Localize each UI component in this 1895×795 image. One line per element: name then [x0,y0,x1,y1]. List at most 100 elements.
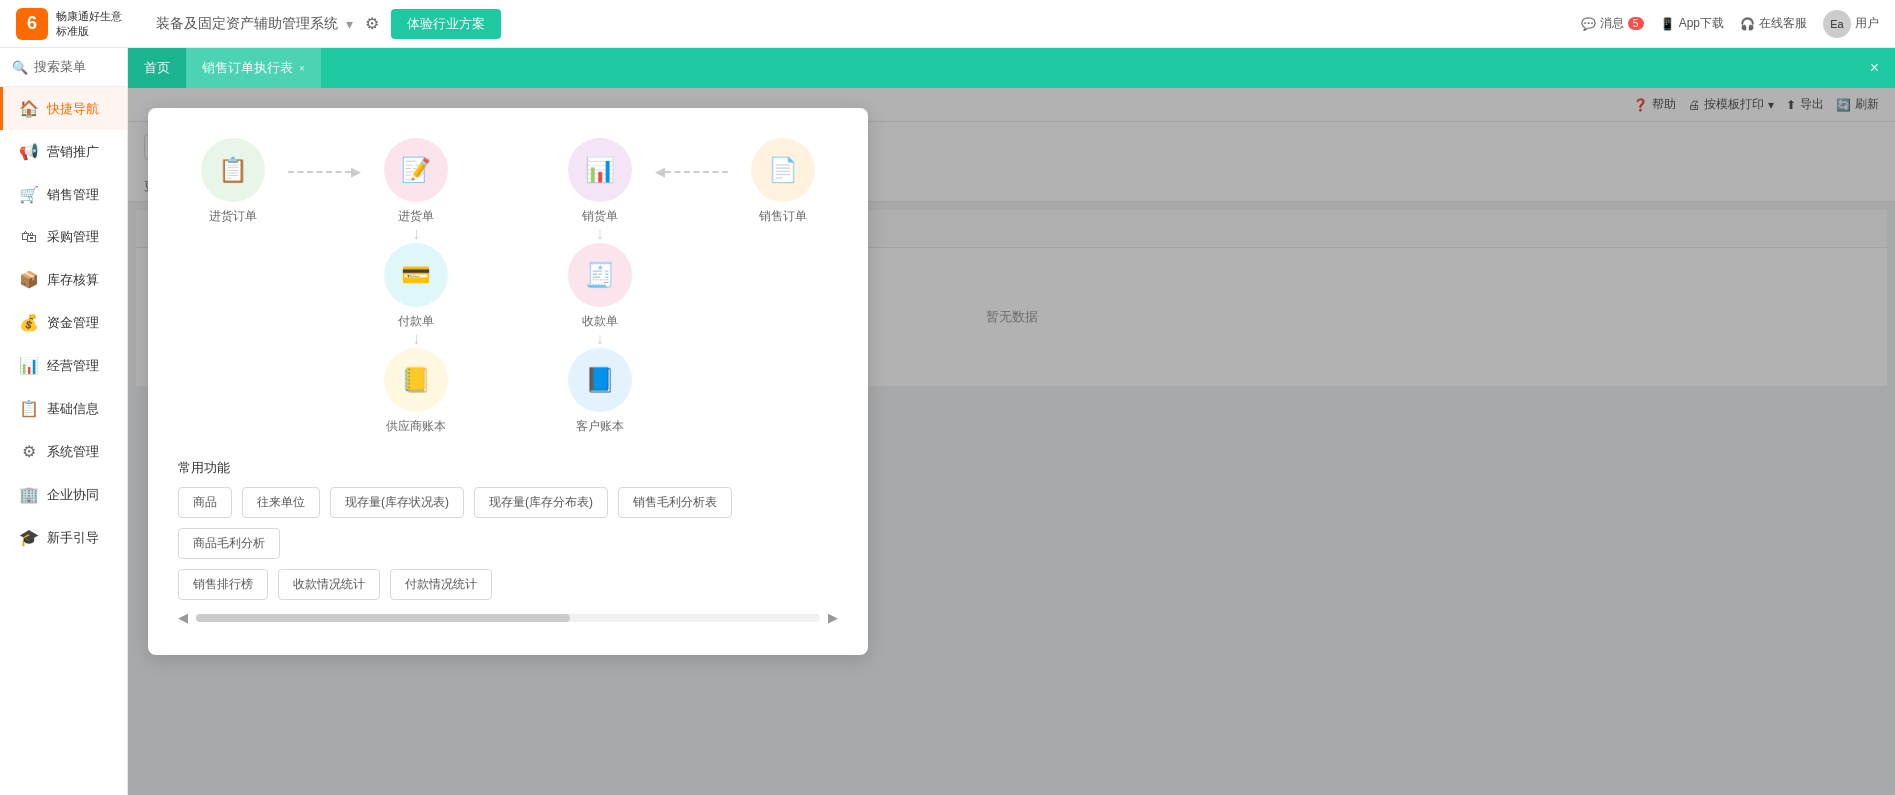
spacer-4 [471,225,544,243]
sidebar-item-marketing[interactable]: 📢 营销推广 [0,130,127,173]
box-icon: 📦 [19,270,39,289]
popup-scrollbar[interactable]: ◀ ▶ [178,610,838,625]
tab-bar-close-button[interactable]: × [1854,59,1895,77]
building-icon: 🏢 [19,485,39,504]
sidebar-item-finance[interactable]: 💰 资金管理 [0,301,127,344]
flow-node-customer[interactable]: 📘 客户账本 [545,348,655,435]
cart-icon: 🛒 [19,185,39,204]
flow-node-purchase-receipt[interactable]: 📝 进货单 [361,138,471,225]
user-menu[interactable]: Ea 用户 [1823,10,1879,38]
flow-diagram: 📋 进货订单 ▶ 📝 进货单 [178,138,838,435]
purchase-receipt-icon: 📝 [384,138,448,202]
spacer-6 [728,225,838,243]
arrow-h2: ◀ [655,164,728,199]
sidebar-label-purchase: 采购管理 [47,228,99,246]
sidebar-label-finance: 资金管理 [47,314,99,332]
flow-node-supplier[interactable]: 📒 供应商账本 [361,348,471,435]
sidebar-item-newbie[interactable]: 🎓 新手引导 [0,516,127,559]
sidebar-item-basic-info[interactable]: 📋 基础信息 [0,387,127,430]
scrollbar-track [196,614,820,622]
sidebar-item-enterprise[interactable]: 🏢 企业协同 [0,473,127,516]
sales-order-icon: 📄 [751,138,815,202]
spacer-14 [471,330,544,348]
search-icon: 🔍 [12,60,28,75]
arrow-down-payment: ↓ [361,225,471,243]
sidebar-label-operations: 经营管理 [47,357,99,375]
func-stock-dist[interactable]: 现存量(库存分布表) [474,487,608,518]
system-title-text: 装备及固定资产辅助管理系统 [156,15,338,33]
func-product[interactable]: 商品 [178,487,232,518]
popup-overlay: 📋 进货订单 ▶ 📝 进货单 [128,88,1895,795]
settings-button[interactable]: ⚙ [365,14,379,33]
func-row-1: 商品 往来单位 现存量(库存状况表) 现存量(库存分布表) 销售毛利分析表 商品… [178,487,838,559]
avatar: Ea [1823,10,1851,38]
flow-row-arrows: ↓ ↓ [178,225,838,243]
func-sales-rank[interactable]: 销售排行榜 [178,569,268,600]
spacer-5 [655,225,728,243]
sidebar-item-operations[interactable]: 📊 经营管理 [0,344,127,387]
customer-icon: 📘 [568,348,632,412]
scroll-right-icon[interactable]: ▶ [828,610,838,625]
tab-home[interactable]: 首页 [128,48,186,88]
func-receipt-stats[interactable]: 收款情况统计 [278,569,380,600]
func-sales-margin[interactable]: 销售毛利分析表 [618,487,732,518]
spacer-12 [178,330,288,348]
search-menu[interactable]: 🔍 搜索菜单 [0,48,127,87]
sales-receipt-icon: 📊 [568,138,632,202]
headset-icon: 🎧 [1740,17,1755,31]
spacer-15 [655,330,728,348]
tab-close-icon[interactable]: × [299,63,305,74]
online-service-button[interactable]: 🎧 在线客服 [1740,15,1807,32]
receipt-icon: 🧾 [568,243,632,307]
arrow-h1: ▶ [288,164,361,199]
megaphone-icon: 📢 [19,142,39,161]
flow-node-sales-order[interactable]: 📄 销售订单 [728,138,838,225]
func-product-margin[interactable]: 商品毛利分析 [178,528,280,559]
flow-node-payment[interactable]: 💳 付款单 [361,243,471,330]
logo-icon: 6 [16,8,48,40]
message-icon: 💬 [1581,17,1596,31]
flow-node-receipt[interactable]: 🧾 收款单 [545,243,655,330]
content-body: ❓ 帮助 🖨 按模板打印 ▾ ⬆ 导出 🔄 刷新 [128,88,1895,795]
tab-sales-order[interactable]: 销售订单执行表 × [186,48,321,88]
payment-label: 付款单 [398,313,434,330]
quick-nav-popup: 📋 进货订单 ▶ 📝 进货单 [148,108,868,655]
dropdown-icon[interactable]: ▾ [346,16,353,32]
purchase-order-label: 进货订单 [209,208,257,225]
sidebar-item-purchase[interactable]: 🛍 采购管理 [0,216,127,258]
arrow-down-receipt: ↓ [545,225,655,243]
sidebar-item-system[interactable]: ⚙ 系统管理 [0,430,127,473]
common-funcs: 常用功能 商品 往来单位 现存量(库存状况表) 现存量(库存分布表) 销售毛利分… [178,459,838,600]
logo: 6 畅康通好生意 标准版 [16,8,144,40]
sidebar-item-inventory[interactable]: 📦 库存核算 [0,258,127,301]
sidebar-item-quick-nav[interactable]: 🏠 快捷导航 [0,87,127,130]
purchase-order-icon: 📋 [201,138,265,202]
sidebar-label-system: 系统管理 [47,443,99,461]
app-download-button[interactable]: 📱 App下载 [1660,15,1724,32]
home-icon: 🏠 [19,99,39,118]
money-icon: 💰 [19,313,39,332]
sales-receipt-label: 销货单 [582,208,618,225]
graduation-icon: 🎓 [19,528,39,547]
spacer-13 [288,330,361,348]
func-counterpart[interactable]: 往来单位 [242,487,320,518]
sidebar-label-basic-info: 基础信息 [47,400,99,418]
func-stock-status[interactable]: 现存量(库存状况表) [330,487,464,518]
tab-bar: 首页 销售订单执行表 × × [128,48,1895,88]
trial-button[interactable]: 体验行业方案 [391,9,501,39]
spacer-3 [288,225,361,243]
message-button[interactable]: 💬 消息 5 [1581,15,1644,32]
content-area: 首页 销售订单执行表 × × ❓ 帮助 🖨 按 [128,48,1895,795]
scroll-left-icon[interactable]: ◀ [178,610,188,625]
supplier-label: 供应商账本 [386,418,446,435]
func-payment-stats[interactable]: 付款情况统计 [390,569,492,600]
scrollbar-thumb [196,614,570,622]
payment-icon: 💳 [384,243,448,307]
flow-node-sales-receipt[interactable]: 📊 销货单 [545,138,655,225]
flow-node-purchase-order[interactable]: 📋 进货订单 [178,138,288,225]
gear-icon: ⚙ [19,442,39,461]
arrow-down-supplier: ↓ [361,330,471,348]
sidebar-item-sales[interactable]: 🛒 销售管理 [0,173,127,216]
phone-icon: 📱 [1660,17,1675,31]
logo-text: 畅康通好生意 标准版 [56,9,122,38]
